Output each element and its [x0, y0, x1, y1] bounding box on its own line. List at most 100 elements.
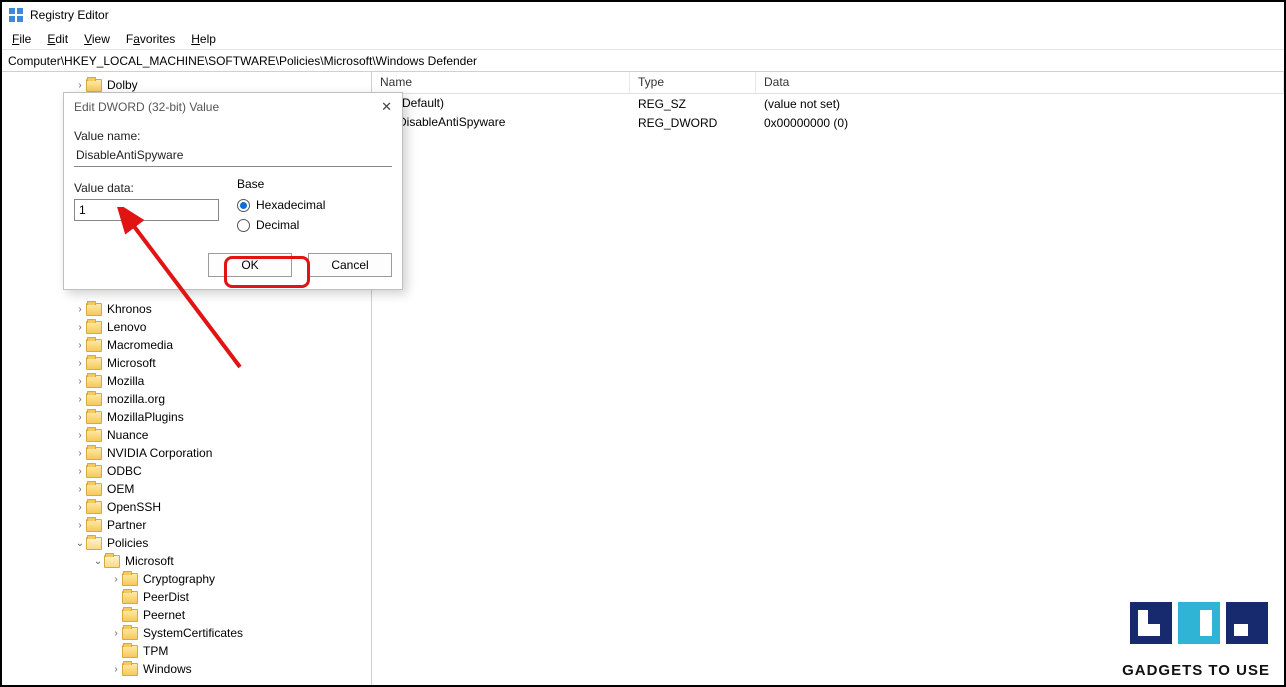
- tree-item-label: Macromedia: [106, 338, 173, 352]
- chevron-right-icon[interactable]: ›: [74, 484, 86, 495]
- tree-item[interactable]: › Microsoft: [2, 354, 371, 372]
- col-header-name[interactable]: Name: [372, 72, 630, 93]
- col-header-type[interactable]: Type: [630, 72, 756, 93]
- folder-icon: [122, 609, 138, 622]
- tree-item[interactable]: › mozilla.org: [2, 390, 371, 408]
- folder-icon: [86, 501, 102, 514]
- chevron-right-icon[interactable]: ›: [110, 628, 122, 639]
- tree-item[interactable]: › OpenSSH: [2, 498, 371, 516]
- radio-hexadecimal[interactable]: Hexadecimal: [237, 195, 392, 215]
- watermark-text: GADGETS TO USE: [1122, 662, 1270, 679]
- tree-item-label: Microsoft: [124, 554, 174, 568]
- folder-icon: [86, 393, 102, 406]
- dialog-title: Edit DWORD (32-bit) Value: [74, 100, 219, 114]
- menu-view[interactable]: View: [84, 32, 110, 46]
- tree-item[interactable]: › Nuance: [2, 426, 371, 444]
- ok-button[interactable]: OK: [208, 253, 292, 277]
- tree-item-label: mozilla.org: [106, 392, 165, 406]
- tree-item-label: Mozilla: [106, 374, 144, 388]
- watermark: GADGETS TO USE: [1122, 602, 1270, 679]
- tree-item[interactable]: ›TPM: [2, 642, 371, 660]
- chevron-right-icon[interactable]: ›: [74, 376, 86, 387]
- radio-dec-label: Decimal: [256, 218, 299, 232]
- menu-help[interactable]: Help: [191, 32, 216, 46]
- folder-icon: [86, 357, 102, 370]
- chevron-right-icon[interactable]: ›: [74, 322, 86, 333]
- tree-item-label: Microsoft: [106, 356, 156, 370]
- tree-item[interactable]: ⌄ Microsoft: [2, 552, 371, 570]
- value-type: REG_SZ: [630, 96, 756, 112]
- tree-item-label: PeerDist: [142, 590, 189, 604]
- close-icon[interactable]: ✕: [381, 99, 392, 115]
- list-row[interactable]: (Default)REG_SZ(value not set): [372, 94, 1284, 113]
- tree-item[interactable]: ›PeerDist: [2, 588, 371, 606]
- chevron-right-icon[interactable]: ›: [74, 394, 86, 405]
- chevron-right-icon[interactable]: ›: [74, 448, 86, 459]
- chevron-right-icon[interactable]: ›: [74, 412, 86, 423]
- list-header: Name Type Data: [372, 72, 1284, 94]
- value-name-field[interactable]: DisableAntiSpyware: [74, 145, 392, 167]
- folder-icon: [86, 321, 102, 334]
- value-data-label: Value data:: [74, 181, 219, 195]
- folder-icon: [122, 591, 138, 604]
- folder-icon: [86, 375, 102, 388]
- radio-decimal[interactable]: Decimal: [237, 215, 392, 235]
- chevron-down-icon[interactable]: ⌄: [74, 538, 86, 549]
- tree-item[interactable]: ›ODBC: [2, 462, 371, 480]
- folder-icon: [86, 447, 102, 460]
- tree-item-label: NVIDIA Corporation: [106, 446, 212, 460]
- tree-item[interactable]: ›Windows: [2, 660, 371, 678]
- tree-item[interactable]: › NVIDIA Corporation: [2, 444, 371, 462]
- tree-item[interactable]: › Khronos: [2, 300, 371, 318]
- window-titlebar: Registry Editor: [2, 2, 1284, 28]
- radio-hex-label: Hexadecimal: [256, 198, 325, 212]
- tree-item-label: Cryptography: [142, 572, 215, 586]
- tree-item-label: Peernet: [142, 608, 185, 622]
- chevron-down-icon[interactable]: ⌄: [92, 556, 104, 567]
- value-name-label: Value name:: [74, 129, 392, 143]
- values-list[interactable]: Name Type Data (Default)REG_SZ(value not…: [372, 72, 1284, 685]
- folder-icon: [86, 519, 102, 532]
- folder-icon: [86, 429, 102, 442]
- tree-item[interactable]: › Cryptography: [2, 570, 371, 588]
- tree-item[interactable]: › Mozilla: [2, 372, 371, 390]
- folder-icon: [122, 627, 138, 640]
- tree-item-label: Lenovo: [106, 320, 146, 334]
- tree-item-label: Nuance: [106, 428, 148, 442]
- menu-file[interactable]: File: [12, 32, 31, 46]
- chevron-right-icon[interactable]: ›: [74, 340, 86, 351]
- tree-item-label: Khronos: [106, 302, 152, 316]
- col-header-data[interactable]: Data: [756, 72, 1284, 93]
- chevron-right-icon[interactable]: ›: [74, 80, 86, 91]
- value-data-input[interactable]: [74, 199, 219, 221]
- chevron-right-icon[interactable]: ›: [110, 664, 122, 675]
- menu-edit[interactable]: Edit: [47, 32, 68, 46]
- chevron-right-icon[interactable]: ›: [74, 358, 86, 369]
- watermark-logo: [1122, 602, 1270, 658]
- tree-item[interactable]: › Macromedia: [2, 336, 371, 354]
- tree-item-label: OEM: [106, 482, 134, 496]
- list-row[interactable]: DisableAntiSpywareREG_DWORD0x00000000 (0…: [372, 113, 1284, 132]
- chevron-right-icon[interactable]: ›: [74, 304, 86, 315]
- chevron-right-icon[interactable]: ›: [110, 574, 122, 585]
- tree-item[interactable]: ›Peernet: [2, 606, 371, 624]
- tree-item[interactable]: ›MozillaPlugins: [2, 408, 371, 426]
- tree-item[interactable]: › Lenovo: [2, 318, 371, 336]
- tree-item[interactable]: ›Partner: [2, 516, 371, 534]
- tree-item[interactable]: › SystemCertificates: [2, 624, 371, 642]
- chevron-right-icon[interactable]: ›: [74, 430, 86, 441]
- menu-favorites[interactable]: Favorites: [126, 32, 175, 46]
- tree-item-label: OpenSSH: [106, 500, 161, 514]
- chevron-right-icon[interactable]: ›: [74, 520, 86, 531]
- tree-item[interactable]: › OEM: [2, 480, 371, 498]
- cancel-button[interactable]: Cancel: [308, 253, 392, 277]
- chevron-right-icon[interactable]: ›: [74, 466, 86, 477]
- dialog-titlebar[interactable]: Edit DWORD (32-bit) Value ✕: [64, 93, 402, 121]
- addressbar[interactable]: Computer\HKEY_LOCAL_MACHINE\SOFTWARE\Pol…: [2, 50, 1284, 72]
- value-data: 0x00000000 (0): [756, 115, 1284, 131]
- chevron-right-icon[interactable]: ›: [74, 502, 86, 513]
- folder-icon: [86, 339, 102, 352]
- radio-hex-indicator: [237, 199, 250, 212]
- tree-item-label: SystemCertificates: [142, 626, 243, 640]
- tree-item[interactable]: ⌄Policies: [2, 534, 371, 552]
